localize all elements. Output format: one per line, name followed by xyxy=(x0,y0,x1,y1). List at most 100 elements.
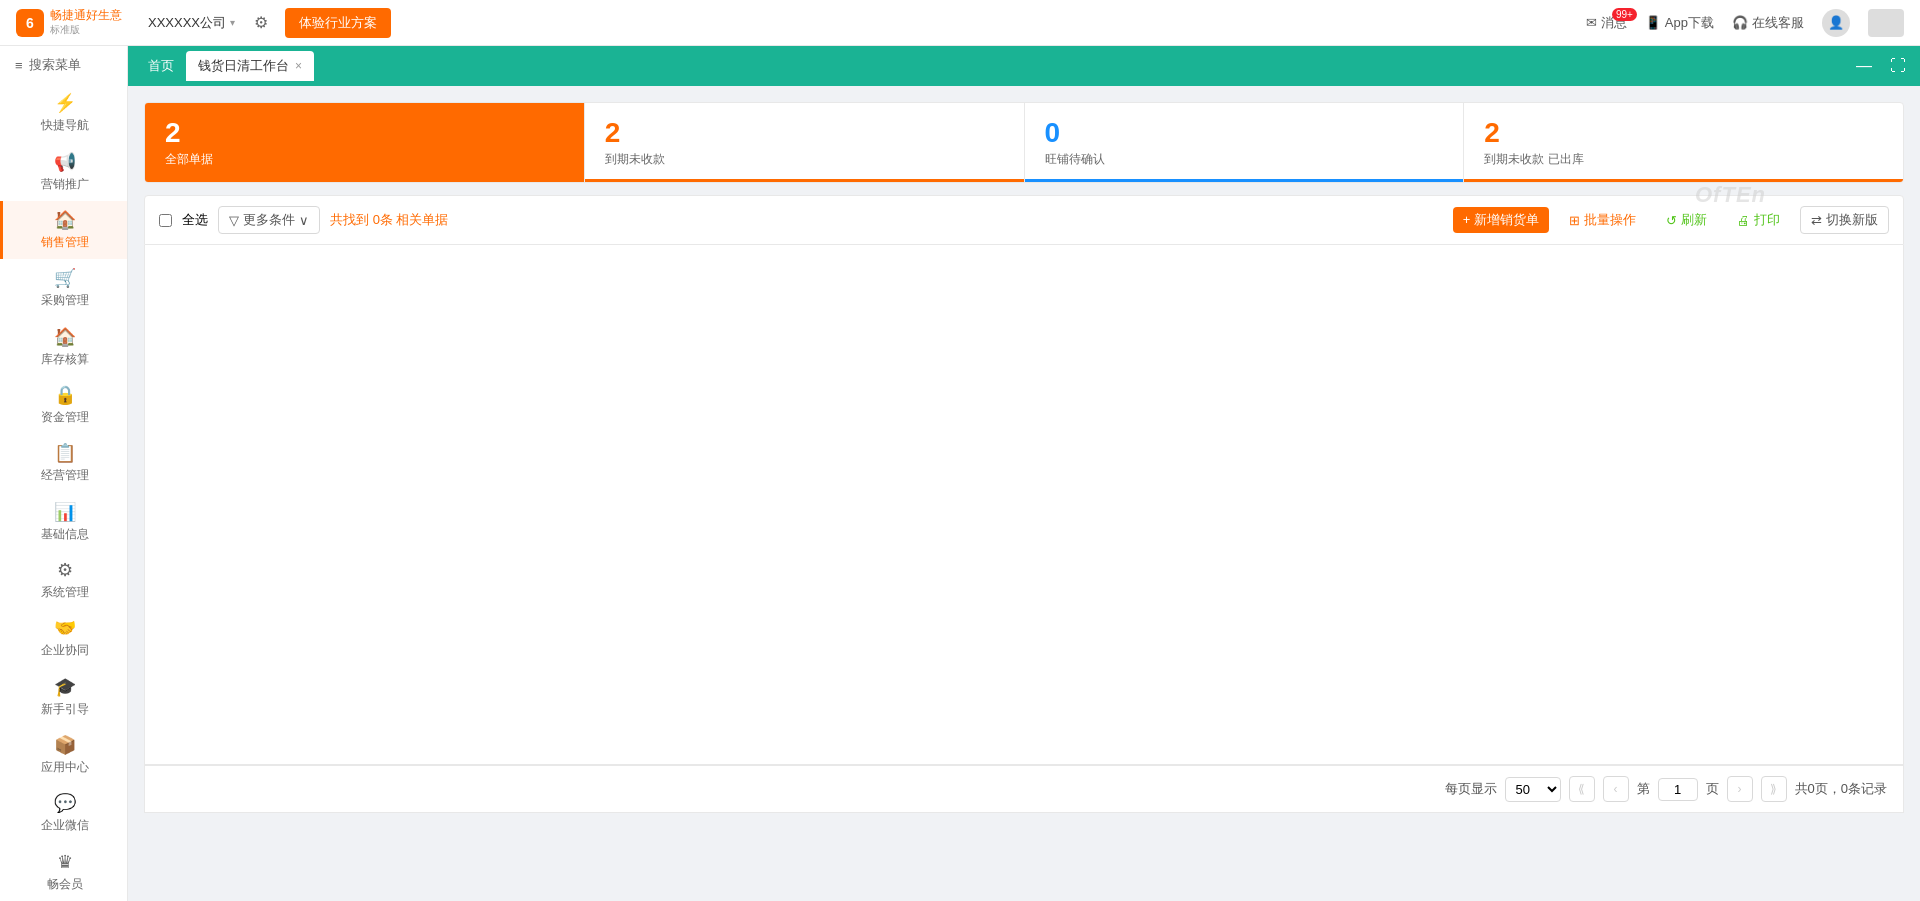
stat-wangpu-num: 0 xyxy=(1045,117,1444,149)
app-center-icon: 📦 xyxy=(54,734,76,756)
toolbar-right: + 新增销货单 ⊞ 批量操作 ↺ 刷新 🖨 打印 ⇄ 切换新版 xyxy=(1453,206,1889,234)
filter-btn[interactable]: ▽ 更多条件 ∨ xyxy=(218,206,320,234)
print-btn[interactable]: 🖨 打印 xyxy=(1727,207,1790,233)
tabbar: 首页 钱货日清工作台 × — ⛶ xyxy=(128,46,1920,86)
sidebar-item-enterprise[interactable]: 🤝 企业协同 xyxy=(0,609,127,667)
purchase-label: 采购管理 xyxy=(41,292,89,309)
stat-card-all[interactable]: 2 全部单据 xyxy=(145,103,585,182)
experience-btn[interactable]: 体验行业方案 xyxy=(285,8,391,38)
operations-label: 经营管理 xyxy=(41,467,89,484)
add-sale-btn[interactable]: + 新增销货单 xyxy=(1453,207,1549,233)
stat-shipped-underline xyxy=(1464,179,1903,182)
stat-card-shipped[interactable]: 2 到期未收款 已出库 xyxy=(1464,103,1903,182)
sidebar-item-marketing[interactable]: 📢 营销推广 xyxy=(0,142,127,200)
stat-all-num: 2 xyxy=(165,117,564,149)
tab-work-station[interactable]: 钱货日清工作台 × xyxy=(186,51,314,81)
stat-wangpu-underline xyxy=(1025,179,1464,182)
toolbar-left: 全选 ▽ 更多条件 ∨ 共找到 0条 相关单据 xyxy=(159,206,1441,234)
page-number-input[interactable] xyxy=(1658,778,1698,801)
stat-wangpu-label: 旺铺待确认 xyxy=(1045,151,1444,168)
sidebar-item-system[interactable]: ⚙ 系统管理 xyxy=(0,551,127,609)
print-label: 打印 xyxy=(1754,211,1780,229)
select-all-label: 全选 xyxy=(182,211,208,229)
per-page-label: 每页显示 xyxy=(1445,780,1497,798)
select-all-checkbox[interactable] xyxy=(159,214,172,227)
inventory-label: 库存核算 xyxy=(41,351,89,368)
print-icon: 🖨 xyxy=(1737,213,1750,228)
stat-card-overdue[interactable]: 2 到期未收款 xyxy=(585,103,1025,182)
user-menu[interactable] xyxy=(1868,9,1904,37)
sidebar-item-sales[interactable]: 🏠 销售管理 xyxy=(0,201,127,259)
switch-icon: ⇄ xyxy=(1811,213,1822,228)
prev-page-btn[interactable]: ‹ xyxy=(1603,776,1629,802)
sidebar-item-finance[interactable]: 🔒 资金管理 xyxy=(0,376,127,434)
purchase-icon: 🛒 xyxy=(54,267,76,289)
company-selector[interactable]: XXXXXX公司 ▾ xyxy=(148,14,239,32)
avatar[interactable]: 👤 xyxy=(1822,9,1850,37)
pagination-bar: 每页显示 50 100 200 ⟪ ‹ 第 页 › ⟫ 共0页，0条记录 xyxy=(144,765,1904,813)
base-info-label: 基础信息 xyxy=(41,526,89,543)
found-prefix: 共找到 xyxy=(330,212,369,227)
settings-icon[interactable]: ⚙ xyxy=(247,9,275,37)
app-download-label: App下载 xyxy=(1665,14,1714,32)
last-page-btn[interactable]: ⟫ xyxy=(1761,776,1787,802)
refresh-btn[interactable]: ↺ 刷新 xyxy=(1656,207,1717,233)
inventory-icon: 🏠 xyxy=(54,326,76,348)
stat-overdue-label: 到期未收款 xyxy=(605,151,1004,168)
app-download-btn[interactable]: 📱 App下载 xyxy=(1645,14,1714,32)
marketing-icon: 📢 xyxy=(54,151,76,173)
stat-card-wangpu[interactable]: 0 旺铺待确认 xyxy=(1025,103,1465,182)
tab-home-label: 首页 xyxy=(148,57,174,75)
stat-overdue-underline xyxy=(585,179,1024,182)
page-prefix-label: 第 xyxy=(1637,780,1650,798)
stat-shipped-num: 2 xyxy=(1484,117,1883,149)
company-name: XXXXXX公司 xyxy=(148,14,226,32)
sidebar-item-operations[interactable]: 📋 经营管理 xyxy=(0,434,127,492)
main-content: 2 全部单据 2 到期未收款 0 旺铺待确认 2 到期未收款 已出库 全选 ▽ … xyxy=(128,86,1920,901)
enterprise-icon: 🤝 xyxy=(54,617,76,639)
member-icon: ♛ xyxy=(57,851,73,873)
batch-op-btn[interactable]: ⊞ 批量操作 xyxy=(1559,207,1646,233)
logo: 6 畅捷通好生意 标准版 xyxy=(16,8,144,38)
sales-icon: 🏠 xyxy=(54,209,76,231)
headset-icon: 🎧 xyxy=(1732,15,1748,30)
sidebar-item-app-center[interactable]: 📦 应用中心 xyxy=(0,726,127,784)
refresh-icon: ↺ xyxy=(1666,213,1677,228)
tab-minimize-btn[interactable]: — xyxy=(1850,55,1878,77)
system-label: 系统管理 xyxy=(41,584,89,601)
guide-icon: 🎓 xyxy=(54,676,76,698)
page-suffix-label: 页 xyxy=(1706,780,1719,798)
page-total: 共0页，0条记录 xyxy=(1795,780,1887,798)
app-center-label: 应用中心 xyxy=(41,759,89,776)
sidebar-item-purchase[interactable]: 🛒 采购管理 xyxy=(0,259,127,317)
tab-close-icon[interactable]: × xyxy=(295,59,302,73)
base-info-icon: 📊 xyxy=(54,501,76,523)
logo-text: 畅捷通好生意 xyxy=(50,8,122,24)
per-page-select[interactable]: 50 100 200 xyxy=(1505,777,1561,802)
online-service-btn[interactable]: 🎧 在线客服 xyxy=(1732,14,1804,32)
found-count: 0条 xyxy=(373,212,393,227)
sales-label: 销售管理 xyxy=(41,234,89,251)
filter-label: 更多条件 xyxy=(243,211,295,229)
filter-chevron-icon: ∨ xyxy=(299,213,309,228)
sidebar-item-base-info[interactable]: 📊 基础信息 xyxy=(0,493,127,551)
next-page-btn[interactable]: › xyxy=(1727,776,1753,802)
sidebar-item-guide[interactable]: 🎓 新手引导 xyxy=(0,668,127,726)
online-service-label: 在线客服 xyxy=(1752,14,1804,32)
sidebar-item-quick-nav[interactable]: ⚡ 快捷导航 xyxy=(0,84,127,142)
switch-version-btn[interactable]: ⇄ 切换新版 xyxy=(1800,206,1889,234)
message-btn[interactable]: ✉ 消息 99+ xyxy=(1586,14,1627,32)
stat-cards: 2 全部单据 2 到期未收款 0 旺铺待确认 2 到期未收款 已出库 xyxy=(144,102,1904,183)
message-badge: 99+ xyxy=(1612,8,1637,21)
switch-label: 切换新版 xyxy=(1826,211,1878,229)
tab-home[interactable]: 首页 xyxy=(136,51,186,81)
tabbar-actions: — ⛶ xyxy=(1850,55,1912,77)
avatar-icon: 👤 xyxy=(1828,15,1844,30)
sidebar-item-wecom[interactable]: 💬 企业微信 xyxy=(0,784,127,842)
sidebar-item-member[interactable]: ♛ 畅会员 xyxy=(0,843,127,901)
search-icon: ≡ xyxy=(15,58,23,73)
sidebar-item-inventory[interactable]: 🏠 库存核算 xyxy=(0,317,127,375)
search-menu[interactable]: ≡ 搜索菜单 xyxy=(0,46,127,84)
first-page-btn[interactable]: ⟪ xyxy=(1569,776,1595,802)
tab-maximize-btn[interactable]: ⛶ xyxy=(1884,55,1912,77)
